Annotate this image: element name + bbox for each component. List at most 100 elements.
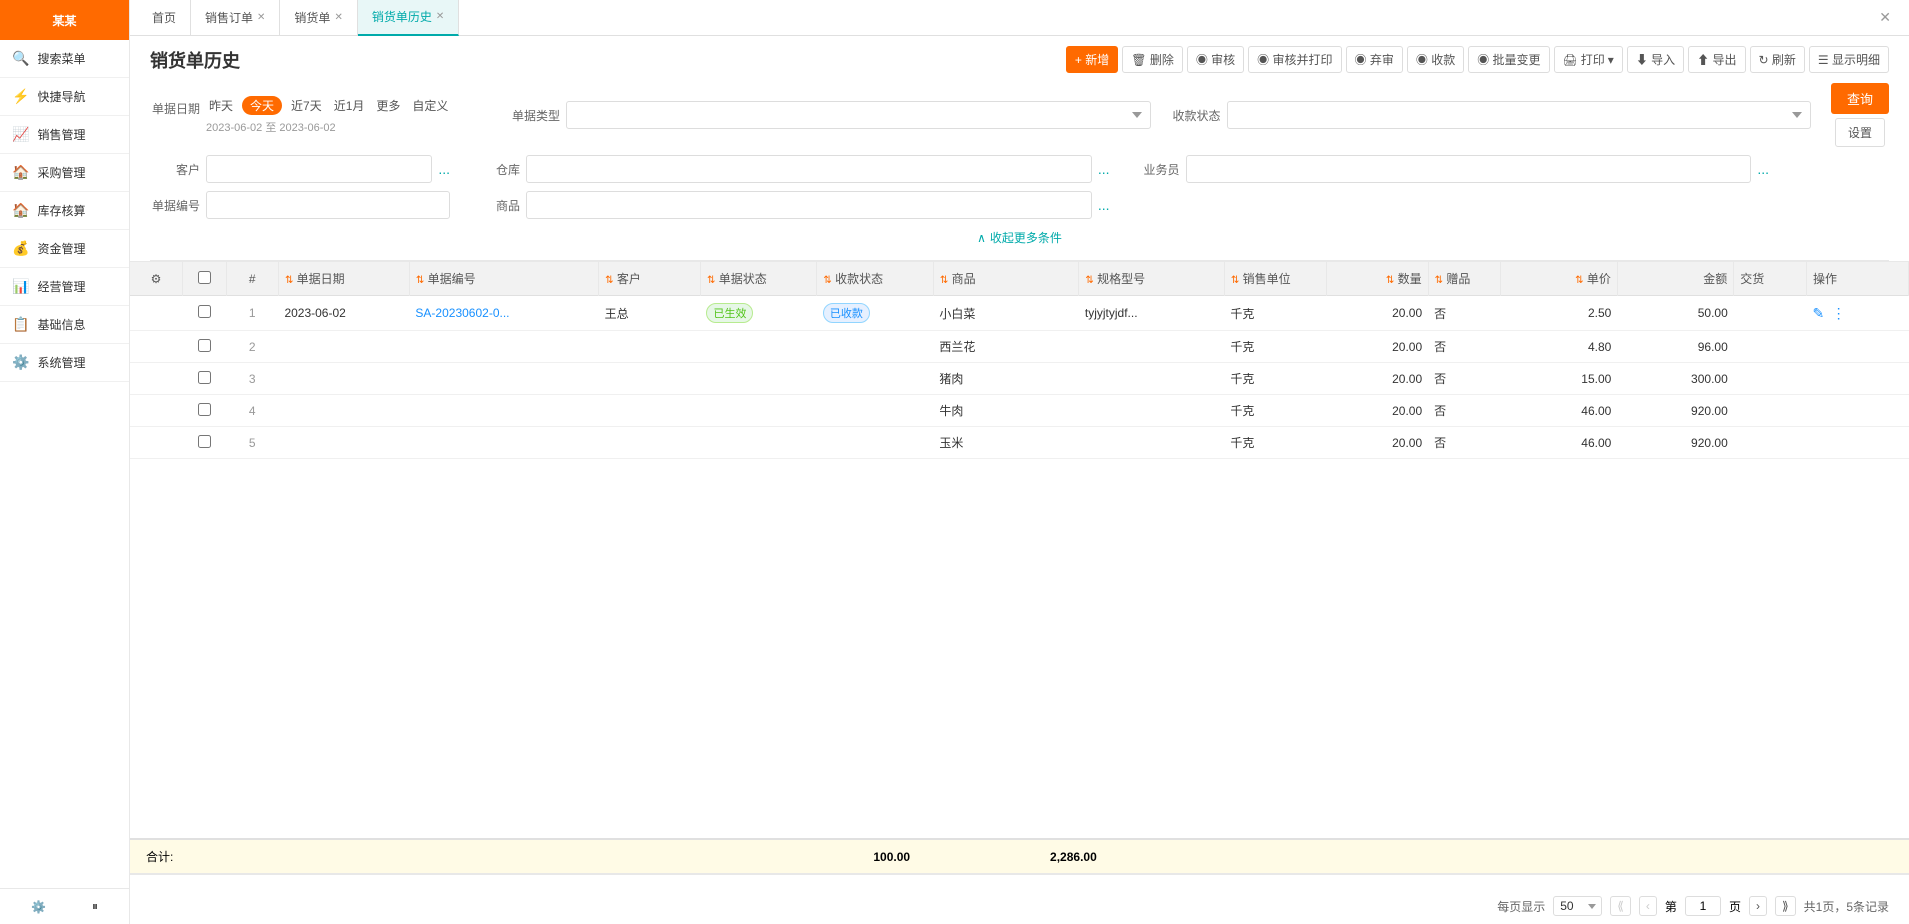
summary-total-qty: 100.00 bbox=[873, 850, 910, 864]
import-button[interactable]: ⬇ 导入 bbox=[1627, 46, 1684, 73]
cell-check[interactable] bbox=[182, 395, 226, 427]
customer-input[interactable] bbox=[206, 155, 432, 183]
settings-icon[interactable]: ⚙️ bbox=[31, 900, 46, 914]
edit-action[interactable]: ✎ bbox=[1813, 305, 1825, 321]
th-unit-price[interactable]: ⇅ 单价 bbox=[1501, 262, 1617, 296]
cell-check[interactable] bbox=[182, 427, 226, 459]
sidebar-item-sales-mgmt[interactable]: 📈 销售管理 bbox=[0, 116, 129, 154]
row-checkbox[interactable] bbox=[198, 371, 211, 384]
page-number-input[interactable]: 1 bbox=[1685, 896, 1721, 916]
row-checkbox[interactable] bbox=[198, 339, 211, 352]
sidebar-item-inventory[interactable]: 🏠 库存核算 bbox=[0, 192, 129, 230]
tab-sales-goods[interactable]: 销货单 ✕ bbox=[280, 0, 357, 36]
sidebar-bottom-actions[interactable]: ⚙️ ⏸ bbox=[0, 889, 129, 924]
audit-button[interactable]: ◉ 审核 bbox=[1187, 46, 1244, 73]
warehouse-input[interactable] bbox=[526, 155, 1092, 183]
more-action[interactable]: ⋮ bbox=[1832, 305, 1846, 321]
audit-print-button[interactable]: ◉ 审核并打印 bbox=[1248, 46, 1341, 73]
date-shortcuts: 昨天 今天 近7天 近1月 更多 自定义 bbox=[206, 96, 451, 115]
th-action: 操作 bbox=[1807, 262, 1909, 296]
sidebar-item-quick-nav[interactable]: ⚡ 快捷导航 bbox=[0, 78, 129, 116]
close-tab-sales-goods[interactable]: ✕ bbox=[334, 12, 342, 23]
cell-check[interactable] bbox=[182, 296, 226, 331]
customer-ellipsis[interactable]: ... bbox=[438, 161, 450, 177]
close-tab-sales-history[interactable]: ✕ bbox=[436, 11, 444, 22]
th-qty[interactable]: ⇅ 数量 bbox=[1326, 262, 1428, 296]
tab-sales-order[interactable]: 销售订单 ✕ bbox=[191, 0, 280, 36]
shortcut-more[interactable]: 更多 bbox=[373, 96, 403, 115]
collapse-button[interactable]: ∧ 收起更多条件 bbox=[973, 225, 1066, 250]
cell-doc-no[interactable] bbox=[409, 427, 598, 459]
th-doc-date[interactable]: ⇅ 单据日期 bbox=[278, 262, 409, 296]
sidebar-item-label: 基础信息 bbox=[37, 316, 85, 333]
row-checkbox[interactable] bbox=[198, 403, 211, 416]
sidebar-item-basic-info[interactable]: 📋 基础信息 bbox=[0, 306, 129, 344]
th-goods[interactable]: ⇅ 商品 bbox=[933, 262, 1079, 296]
tab-home[interactable]: 首页 bbox=[138, 0, 191, 36]
th-settings[interactable]: ⚙ bbox=[130, 262, 182, 296]
shortcut-custom[interactable]: 自定义 bbox=[409, 96, 451, 115]
sidebar-item-purchase-mgmt[interactable]: 🏠 采购管理 bbox=[0, 154, 129, 192]
page-size-select[interactable]: 50 20 100 bbox=[1553, 896, 1602, 916]
collect-button[interactable]: ◉ 收款 bbox=[1407, 46, 1464, 73]
th-doc-status[interactable]: ⇅ 单据状态 bbox=[700, 262, 816, 296]
sort-icon: ⇅ bbox=[1231, 275, 1239, 286]
close-tab-sales-order[interactable]: ✕ bbox=[257, 12, 265, 23]
query-button[interactable]: 查询 bbox=[1831, 83, 1889, 114]
warehouse-ellipsis[interactable]: ... bbox=[1098, 161, 1110, 177]
filter-settings-button[interactable]: 设置 bbox=[1835, 118, 1885, 147]
page-last-btn[interactable]: ⟫ bbox=[1775, 896, 1796, 916]
cell-check[interactable] bbox=[182, 363, 226, 395]
close-all-tabs-btn[interactable]: ✕ bbox=[1869, 9, 1901, 26]
sys-mgmt-icon: ⚙️ bbox=[12, 354, 29, 371]
cell-doc-no[interactable]: SA-20230602-0... bbox=[409, 296, 598, 331]
th-spec[interactable]: ⇅ 规格型号 bbox=[1079, 262, 1225, 296]
abandon-button[interactable]: ◉ 弃审 bbox=[1346, 46, 1403, 73]
tab-sales-history[interactable]: 销货单历史 ✕ bbox=[358, 0, 459, 36]
cell-doc-no[interactable] bbox=[409, 395, 598, 427]
batch-change-button[interactable]: ◉ 批量变更 bbox=[1468, 46, 1549, 73]
business-input[interactable] bbox=[1186, 155, 1752, 183]
business-ellipsis[interactable]: ... bbox=[1757, 161, 1769, 177]
doc-no-input[interactable] bbox=[206, 191, 450, 219]
select-all-checkbox[interactable] bbox=[198, 271, 211, 284]
sidebar-item-finance-mgmt[interactable]: 💰 资金管理 bbox=[0, 230, 129, 268]
new-button[interactable]: + 新增 bbox=[1066, 46, 1118, 73]
cell-collect-status bbox=[817, 395, 933, 427]
cell-doc-no[interactable] bbox=[409, 331, 598, 363]
print-dropdown-icon[interactable]: ▾ bbox=[1608, 53, 1614, 67]
cell-doc-no[interactable] bbox=[409, 363, 598, 395]
th-unit[interactable]: ⇅ 销售单位 bbox=[1224, 262, 1326, 296]
th-collect-status[interactable]: ⇅ 收款状态 bbox=[817, 262, 933, 296]
sidebar-item-sys-mgmt[interactable]: ⚙️ 系统管理 bbox=[0, 344, 129, 382]
page-prev-btn[interactable]: ‹ bbox=[1639, 896, 1657, 916]
sidebar-item-search-menu[interactable]: 🔍 搜索菜单 bbox=[0, 40, 129, 78]
filter-area: 单据日期 昨天 今天 近7天 近1月 更多 自定义 2023-06-02 至 2… bbox=[150, 83, 1889, 261]
cell-amount: 920.00 bbox=[1617, 395, 1733, 427]
doc-type-select[interactable] bbox=[566, 101, 1151, 129]
collect-status-select[interactable] bbox=[1227, 101, 1812, 129]
th-doc-no[interactable]: ⇅ 单据编号 bbox=[409, 262, 598, 296]
th-customer[interactable]: ⇅ 客户 bbox=[599, 262, 701, 296]
print-button[interactable]: 🖨 🖨 打印 打印 ▾ bbox=[1554, 46, 1623, 73]
sidebar-item-ops-mgmt[interactable]: 📊 经营管理 bbox=[0, 268, 129, 306]
refresh-button[interactable]: ↻ 刷新 bbox=[1750, 46, 1805, 73]
shortcut-today[interactable]: 今天 bbox=[242, 96, 282, 115]
page-next-btn[interactable]: › bbox=[1749, 896, 1767, 916]
goods-input[interactable] bbox=[526, 191, 1092, 219]
row-checkbox[interactable] bbox=[198, 435, 211, 448]
page-first-btn[interactable]: ⟪ bbox=[1610, 896, 1631, 916]
cell-check[interactable] bbox=[182, 331, 226, 363]
goods-ellipsis[interactable]: ... bbox=[1098, 197, 1110, 213]
th-gift[interactable]: ⇅ 赠品 bbox=[1428, 262, 1501, 296]
delete-button[interactable]: 🗑 删除 bbox=[1122, 46, 1183, 73]
pause-icon[interactable]: ⏸ bbox=[92, 899, 98, 914]
shortcut-1month[interactable]: 近1月 bbox=[331, 96, 368, 115]
export-button[interactable]: ⬆ 导出 bbox=[1688, 46, 1745, 73]
shortcut-7days[interactable]: 近7天 bbox=[288, 96, 325, 115]
th-check[interactable] bbox=[182, 262, 226, 296]
shortcut-yesterday[interactable]: 昨天 bbox=[206, 96, 236, 115]
show-details-button[interactable]: ☰ 显示明细 bbox=[1809, 46, 1889, 73]
row-checkbox[interactable] bbox=[198, 305, 211, 318]
horizontal-scrollbar[interactable] bbox=[130, 874, 1909, 888]
